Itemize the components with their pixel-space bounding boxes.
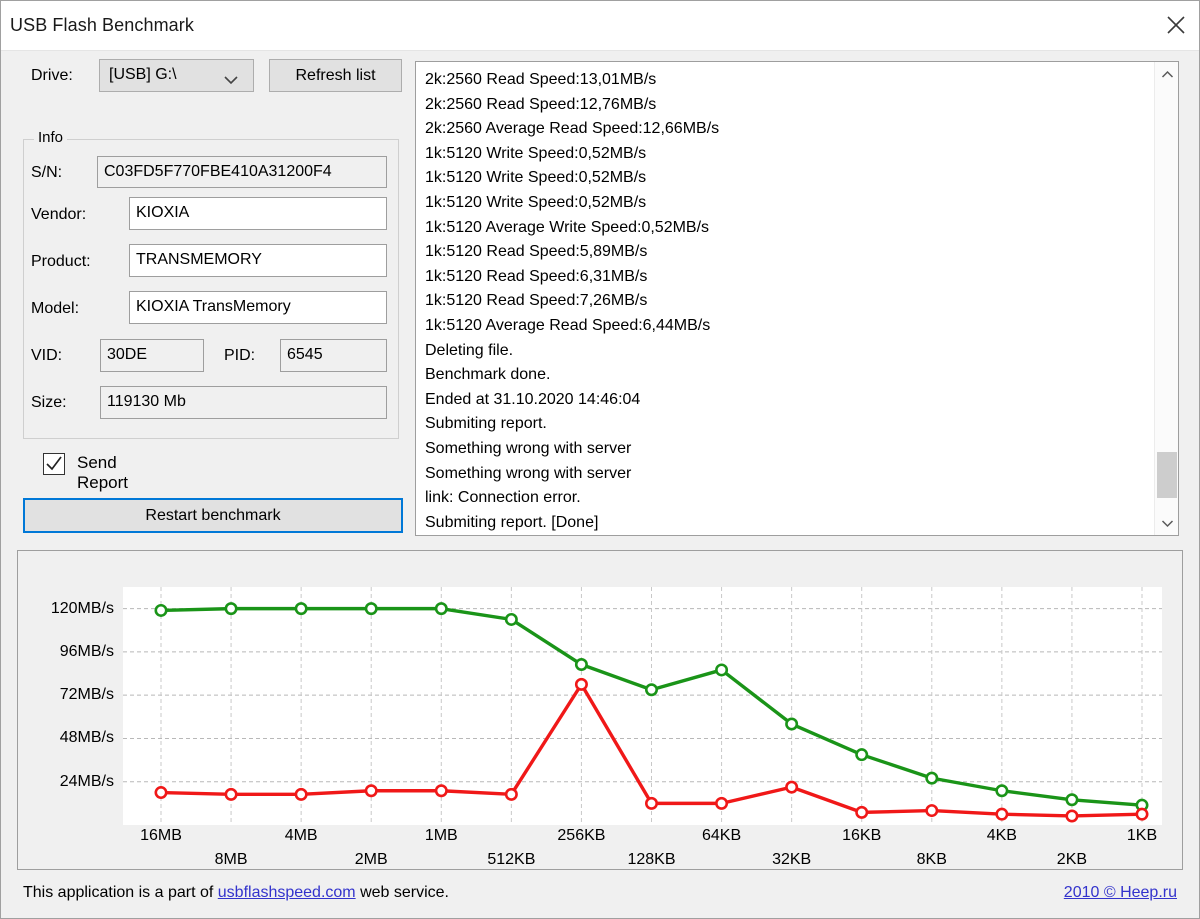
chevron-down-icon <box>1161 515 1174 532</box>
log-text: 2k:2560 Read Speed:13,01MB/s 2k:2560 Rea… <box>425 71 720 531</box>
chevron-up-icon <box>1161 66 1174 83</box>
title-bar: USB Flash Benchmark <box>1 1 1199 51</box>
product-field[interactable]: TRANSMEMORY <box>129 244 387 277</box>
check-icon <box>44 454 64 474</box>
model-field[interactable]: KIOXIA TransMemory <box>129 291 387 324</box>
copyright-link-wrap: 2010 © Heep.ru <box>1064 884 1177 902</box>
scroll-down-button[interactable] <box>1155 511 1178 535</box>
model-label: Model: <box>31 300 80 317</box>
y-tick-label: 72MB/s <box>59 686 114 704</box>
usbflashspeed-link[interactable]: usbflashspeed.com <box>218 884 356 901</box>
window-title: USB Flash Benchmark <box>10 15 194 35</box>
serial-field[interactable]: C03FD5F770FBE410A31200F4 <box>97 156 387 188</box>
close-button[interactable] <box>1153 1 1199 49</box>
x-tick-label: 32KB <box>772 851 812 868</box>
refresh-list-label: Refresh list <box>295 66 376 84</box>
x-tick-label: 16MB <box>140 827 182 844</box>
drive-label: Drive: <box>31 67 73 84</box>
chevron-down-icon <box>223 72 239 89</box>
x-tick-label: 2KB <box>1056 851 1088 868</box>
usb-flash-benchmark-window: USB Flash Benchmark Drive: [USB] G:\ Ref… <box>0 0 1200 919</box>
info-legend: Info <box>34 129 68 146</box>
vid-field[interactable]: 30DE <box>100 339 204 372</box>
x-tick-label: 1KB <box>1126 827 1158 844</box>
restart-benchmark-button[interactable]: Restart benchmark <box>23 498 403 533</box>
restart-benchmark-label: Restart benchmark <box>145 506 281 524</box>
chart-svg <box>123 587 1162 825</box>
x-tick-label: 256KB <box>557 827 606 844</box>
drive-select-value: [USB] G:\ <box>109 66 177 83</box>
size-label: Size: <box>31 394 67 411</box>
drive-row: Drive: [USB] G:\ Refresh list <box>1 51 411 103</box>
product-label: Product: <box>31 253 91 270</box>
serial-label: S/N: <box>31 164 63 181</box>
y-tick-label: 120MB/s <box>50 599 114 617</box>
x-tick-label: 2MB <box>354 851 388 868</box>
x-tick-label: 4KB <box>986 827 1017 844</box>
footer-text: This application is a part of usbflashsp… <box>23 884 449 902</box>
chart-x-axis: 16MB 8MB 4MB 2MB 1MB 512KB 256KB 128KB 64KB 32KB 1… <box>123 825 1162 871</box>
log-panel[interactable]: 2k:2560 Read Speed:13,01MB/s 2k:2560 Rea… <box>415 61 1179 536</box>
vendor-field[interactable]: KIOXIA <box>129 197 387 230</box>
y-tick-label: 96MB/s <box>59 642 114 660</box>
footer: This application is a part of usbflashsp… <box>1 872 1199 918</box>
vendor-label: Vendor: <box>31 206 87 223</box>
refresh-list-button[interactable]: Refresh list <box>269 59 402 92</box>
heep-ru-link[interactable]: 2010 © Heep.ru <box>1064 884 1177 901</box>
log-scrollbar[interactable] <box>1154 62 1178 535</box>
x-tick-label: 4MB <box>284 827 318 844</box>
checkbox-box <box>43 453 65 475</box>
y-tick-label: 24MB/s <box>59 772 114 790</box>
x-tick-label: 1MB <box>424 827 458 844</box>
x-tick-label: 512KB <box>487 851 536 868</box>
benchmark-chart: 24MB/s 48MB/s 72MB/s 96MB/s 120MB/s 16MB 8MB 4… <box>17 550 1183 870</box>
x-tick-label: 8MB <box>214 851 248 868</box>
pid-field[interactable]: 6545 <box>280 339 387 372</box>
footer-text-before: This application is a part of <box>23 884 218 901</box>
pid-label: PID: <box>224 347 256 364</box>
x-tick-label: 8KB <box>916 851 947 868</box>
x-tick-label: 128KB <box>627 851 676 868</box>
footer-text-after: web service. <box>355 884 449 901</box>
send-report-label: Send Report <box>77 453 129 492</box>
x-tick-label: 16KB <box>842 827 882 844</box>
chart-plot-area <box>123 587 1162 825</box>
close-icon <box>1165 14 1187 36</box>
size-field[interactable]: 119130 Mb <box>100 386 387 419</box>
chart-y-axis: 24MB/s 48MB/s 72MB/s 96MB/s 120MB/s <box>18 587 118 825</box>
vid-label: VID: <box>31 347 63 364</box>
drive-select[interactable]: [USB] G:\ <box>99 59 254 92</box>
scroll-up-button[interactable] <box>1155 62 1178 86</box>
y-tick-label: 48MB/s <box>59 729 114 747</box>
x-tick-label: 64KB <box>701 827 742 844</box>
scrollbar-thumb[interactable] <box>1157 452 1177 498</box>
